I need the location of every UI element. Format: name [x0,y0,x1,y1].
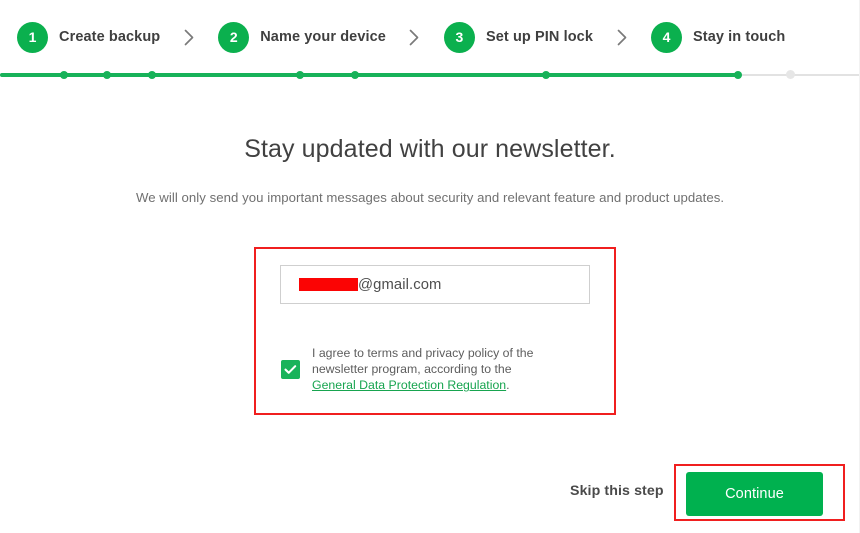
progress-dot-6 [542,70,550,79]
progress-dot-5 [351,70,359,79]
consent-line-2: newsletter program, according to the [312,362,512,377]
progress-dot-8 [785,70,795,79]
email-input-value: @gmail.com [299,277,441,293]
consent-checkbox[interactable] [281,360,300,380]
step-1-label: Create backup [59,29,161,45]
page-subtitle: We will only send you important messages… [135,190,725,205]
step-4-label: Stay in touch [693,29,786,45]
progress-dot-2 [103,70,111,79]
stepper-step-4[interactable]: 4 Stay in touch [651,21,786,53]
chevron-right-icon [386,29,444,46]
continue-button[interactable]: Continue [686,472,823,516]
stepper-step-3[interactable]: 3 Set up PIN lock [443,21,594,53]
consent-period: . [506,378,510,393]
stepper-step-1[interactable]: 1 Create backup [17,21,161,53]
stepper-step-2[interactable]: 2 Name your device [218,21,386,53]
step-1-number: 1 [17,21,48,53]
progress-dot-7 [734,70,742,79]
step-3-number: 3 [443,21,475,53]
setup-stepper-header: 1 Create backup 2 Name your device 3 Set… [0,0,860,74]
gdpr-link[interactable]: General Data Protection Regulation [312,378,506,392]
consent-label: I agree to terms and privacy policy of t… [312,345,533,394]
chevron-right-icon [160,29,218,46]
progress-dot-1 [60,70,68,79]
newsletter-panel: Stay updated with our newsletter. We wil… [0,82,860,205]
step-2-label: Name your device [260,29,386,45]
progress-dot-4 [296,70,304,79]
skip-this-step-link[interactable]: Skip this step [570,483,664,499]
step-4-number: 4 [651,21,683,53]
email-redaction-bar [299,278,358,291]
email-domain-text: @gmail.com [358,276,442,293]
page-title: Stay updated with our newsletter. [244,135,616,163]
email-input[interactable]: @gmail.com [280,265,590,304]
checkmark-icon [284,364,297,375]
setup-progress-bar [0,68,860,82]
progress-dot-3 [148,70,156,79]
consent-line-1: I agree to terms and privacy policy of t… [312,346,534,360]
step-3-label: Set up PIN lock [485,29,594,45]
step-2-number: 2 [218,21,250,53]
newsletter-consent-row[interactable]: I agree to terms and privacy policy of t… [281,345,601,394]
chevron-right-icon [593,29,651,46]
